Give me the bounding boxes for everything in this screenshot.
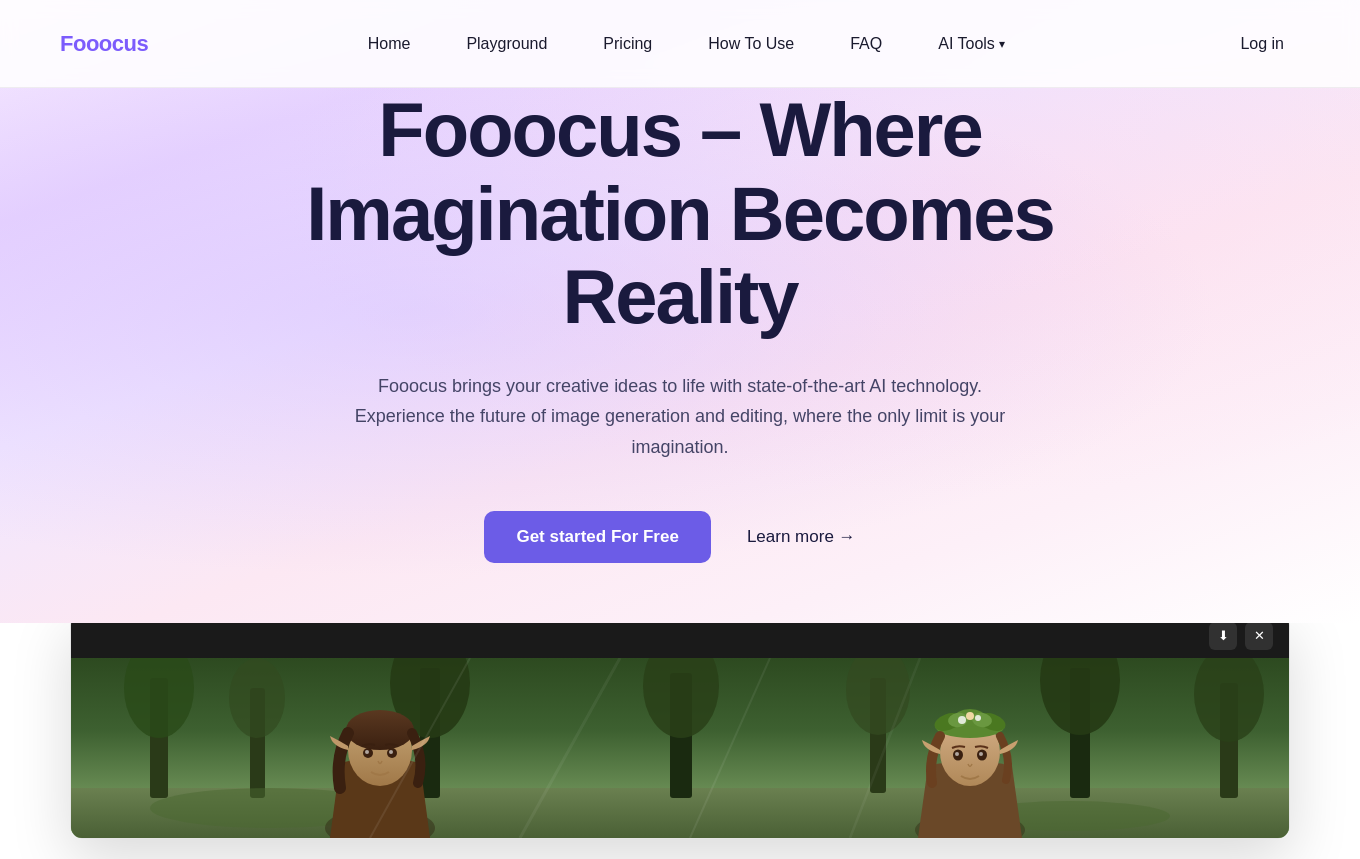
svg-point-24 <box>389 750 393 754</box>
svg-point-39 <box>979 752 983 756</box>
hero-buttons: Get started For Free Learn more → <box>484 511 875 563</box>
hero-section: Fooocus – Where Imagination Becomes Real… <box>0 0 1360 623</box>
logo[interactable]: Fooocus <box>60 31 148 57</box>
browser-window: ⬇ ✕ <box>70 613 1290 839</box>
svg-point-35 <box>966 712 974 720</box>
chevron-down-icon: ▾ <box>999 37 1005 51</box>
svg-point-38 <box>955 752 959 756</box>
nav-item-pricing[interactable]: Pricing <box>575 27 680 61</box>
preview-image-area <box>71 658 1289 838</box>
preview-section: ⬇ ✕ <box>0 613 1360 839</box>
close-button[interactable]: ✕ <box>1245 622 1273 650</box>
svg-point-20 <box>346 710 414 750</box>
svg-point-34 <box>975 715 981 721</box>
svg-point-23 <box>365 750 369 754</box>
svg-point-33 <box>958 716 966 724</box>
close-icon: ✕ <box>1254 628 1265 643</box>
learn-more-button[interactable]: Learn more → <box>727 511 876 563</box>
hero-title: Fooocus – Where Imagination Becomes Real… <box>230 88 1130 339</box>
fantasy-scene-svg <box>71 658 1289 838</box>
svg-point-5 <box>229 658 285 738</box>
download-icon: ⬇ <box>1218 628 1229 643</box>
nav-item-faq[interactable]: FAQ <box>822 27 910 61</box>
login-button[interactable]: Log in <box>1224 27 1300 61</box>
main-nav: Home Playground Pricing How To Use FAQ A… <box>340 27 1033 61</box>
nav-item-home[interactable]: Home <box>340 27 439 61</box>
nav-item-ai-tools[interactable]: AI Tools ▾ <box>910 27 1033 61</box>
header: Fooocus Home Playground Pricing How To U… <box>0 0 1360 88</box>
download-button[interactable]: ⬇ <box>1209 622 1237 650</box>
ai-tools-label: AI Tools <box>938 35 995 53</box>
nav-item-how-to-use[interactable]: How To Use <box>680 27 822 61</box>
hero-subtitle: Fooocus brings your creative ideas to li… <box>350 371 1010 463</box>
get-started-button[interactable]: Get started For Free <box>484 511 711 563</box>
nav-item-playground[interactable]: Playground <box>438 27 575 61</box>
